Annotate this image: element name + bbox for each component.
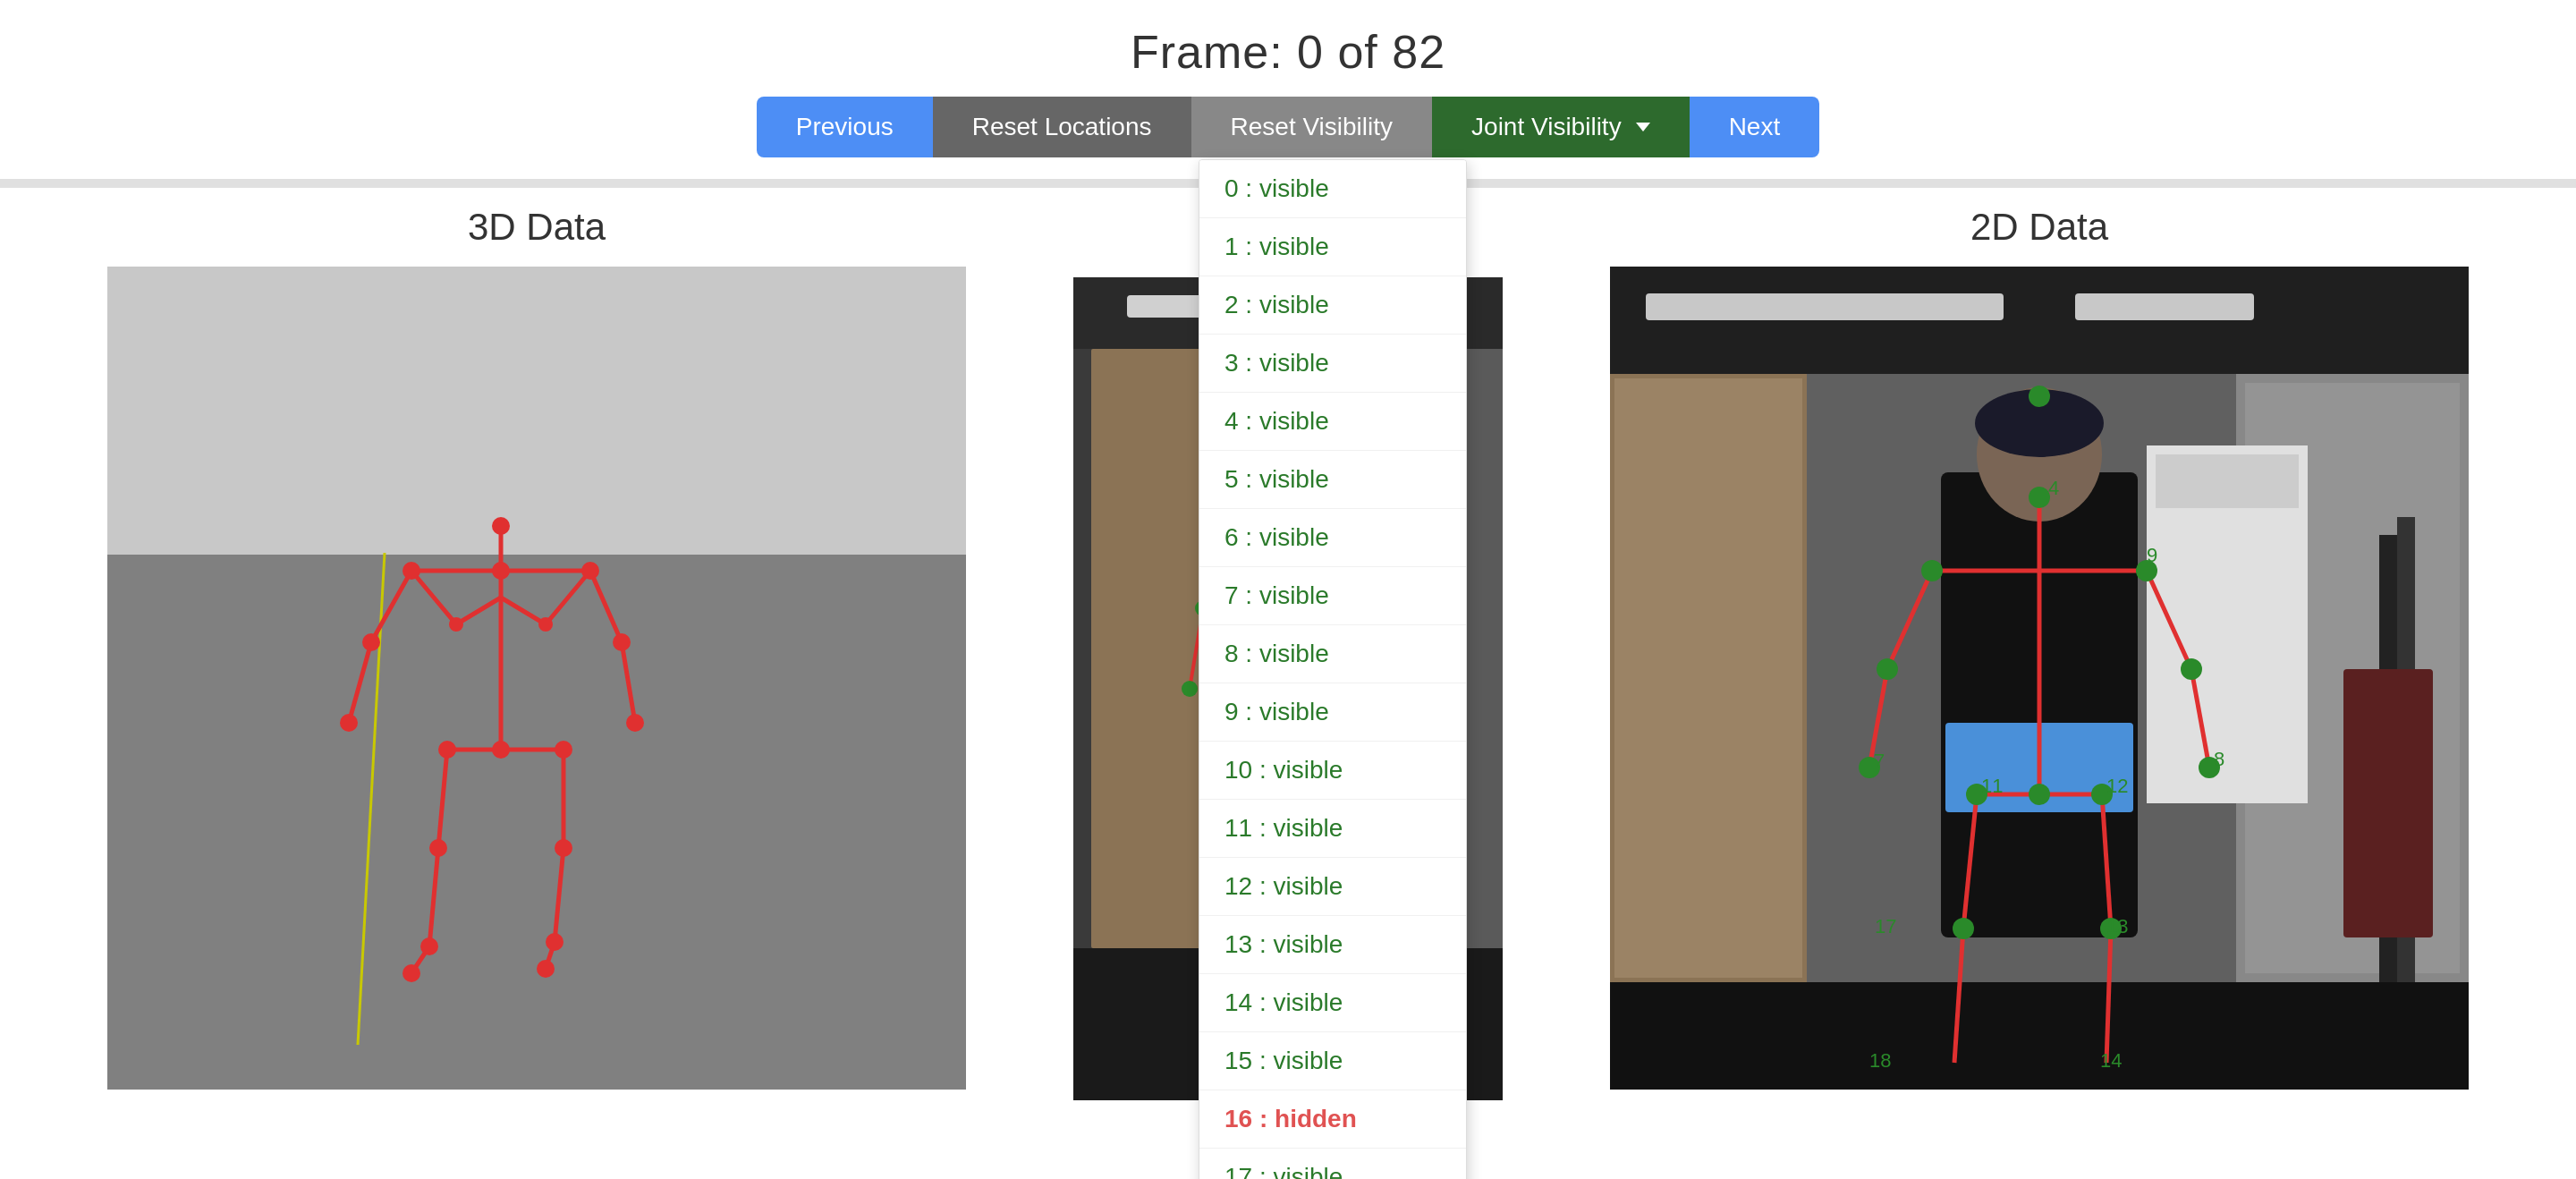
dropdown-item-2[interactable]: 2 : visible [1199, 276, 1466, 335]
svg-rect-80 [1614, 378, 1802, 978]
dropdown-item-17[interactable]: 17 : visible [1199, 1149, 1466, 1179]
svg-point-33 [546, 933, 564, 951]
reset-locations-button[interactable]: Reset Locations [933, 97, 1191, 157]
svg-rect-88 [2156, 454, 2299, 508]
dropdown-item-10[interactable]: 10 : visible [1199, 742, 1466, 800]
page-title: Frame: 0 of 82 [0, 0, 2576, 97]
svg-point-35 [537, 960, 555, 978]
dropdown-item-15[interactable]: 15 : visible [1199, 1032, 1466, 1090]
svg-line-6 [622, 642, 635, 723]
dropdown-item-14[interactable]: 14 : visible [1199, 974, 1466, 1032]
canvas-2d[interactable]: 4 9 7 8 11 12 17 13 18 14 [1610, 267, 2469, 1090]
svg-line-18 [501, 598, 546, 624]
svg-point-109 [1877, 658, 1898, 680]
svg-point-36 [449, 617, 463, 632]
svg-point-28 [438, 741, 456, 759]
svg-rect-78 [1610, 982, 2469, 1090]
svg-text:8: 8 [2214, 748, 2224, 770]
svg-line-3 [371, 571, 411, 642]
dropdown-item-7[interactable]: 7 : visible [1199, 567, 1466, 625]
svg-point-65 [1182, 681, 1198, 697]
next-button[interactable]: Next [1690, 97, 1820, 157]
previous-button[interactable]: Previous [757, 97, 933, 157]
svg-text:9: 9 [2147, 544, 2157, 566]
dropdown-item-6[interactable]: 6 : visible [1199, 509, 1466, 567]
dropdown-item-12[interactable]: 12 : visible [1199, 858, 1466, 916]
svg-line-5 [590, 571, 622, 642]
svg-rect-77 [2075, 293, 2254, 320]
toolbar: Previous Reset Locations Reset Visibilit… [0, 97, 2576, 157]
svg-line-10 [429, 848, 438, 946]
dropdown-item-9[interactable]: 9 : visible [1199, 683, 1466, 742]
panel-2d-title: 2D Data [1970, 206, 2108, 249]
panel-3d: 3D Data [0, 188, 1073, 1179]
svg-text:11: 11 [1981, 775, 2003, 797]
svg-point-34 [402, 964, 420, 982]
skeleton-3d-svg [107, 267, 966, 1090]
svg-point-25 [340, 714, 358, 732]
svg-point-93 [2029, 386, 2050, 407]
svg-point-27 [492, 741, 510, 759]
svg-point-37 [538, 617, 553, 632]
svg-point-110 [2181, 658, 2202, 680]
joint-visibility-dropdown: 0 : visible1 : visible2 : visible3 : vis… [1199, 159, 1467, 1179]
svg-point-26 [626, 714, 644, 732]
panel-2d: 2D Data [1503, 188, 2576, 1179]
svg-point-107 [1921, 560, 1943, 581]
svg-line-4 [349, 642, 371, 723]
svg-point-116 [1953, 918, 1974, 939]
reset-visibility-button[interactable]: Reset Visibility [1191, 97, 1433, 157]
svg-point-21 [581, 562, 599, 580]
svg-line-15 [411, 571, 456, 624]
svg-point-30 [429, 839, 447, 857]
svg-rect-76 [1646, 293, 2004, 320]
svg-text:18: 18 [1869, 1049, 1891, 1072]
svg-rect-86 [2343, 669, 2433, 937]
svg-point-22 [492, 562, 510, 580]
dropdown-item-4[interactable]: 4 : visible [1199, 393, 1466, 451]
panel-3d-title: 3D Data [468, 206, 606, 249]
canvas-3d[interactable] [107, 267, 966, 1090]
svg-text:13: 13 [2106, 915, 2128, 937]
dropdown-item-5[interactable]: 5 : visible [1199, 451, 1466, 509]
joint-visibility-button[interactable]: Joint Visibility [1432, 97, 1690, 157]
svg-text:14: 14 [2100, 1049, 2122, 1072]
svg-point-31 [555, 839, 572, 857]
svg-point-29 [555, 741, 572, 759]
dropdown-item-13[interactable]: 13 : visible [1199, 916, 1466, 974]
dropdown-item-16[interactable]: 16 : hidden [1199, 1090, 1466, 1149]
canvas-2d-svg: 4 9 7 8 11 12 17 13 18 14 [1610, 267, 2469, 1090]
dropdown-item-0[interactable]: 0 : visible [1199, 160, 1466, 218]
svg-point-20 [402, 562, 420, 580]
svg-point-24 [613, 633, 631, 651]
svg-point-32 [420, 937, 438, 955]
svg-point-113 [2029, 784, 2050, 805]
svg-line-13 [555, 848, 564, 942]
svg-point-23 [362, 633, 380, 651]
svg-text:17: 17 [1875, 915, 1896, 937]
svg-text:4: 4 [2048, 477, 2059, 499]
dropdown-item-1[interactable]: 1 : visible [1199, 218, 1466, 276]
svg-point-19 [492, 517, 510, 535]
svg-text:12: 12 [2106, 775, 2128, 797]
dropdown-item-3[interactable]: 3 : visible [1199, 335, 1466, 393]
svg-line-16 [456, 598, 501, 624]
svg-text:7: 7 [1874, 750, 1885, 772]
svg-point-106 [2029, 487, 2050, 508]
svg-line-17 [546, 571, 590, 624]
dropdown-item-11[interactable]: 11 : visible [1199, 800, 1466, 858]
dropdown-item-8[interactable]: 8 : visible [1199, 625, 1466, 683]
svg-line-9 [438, 750, 447, 848]
dropdown-caret-icon [1636, 123, 1650, 131]
